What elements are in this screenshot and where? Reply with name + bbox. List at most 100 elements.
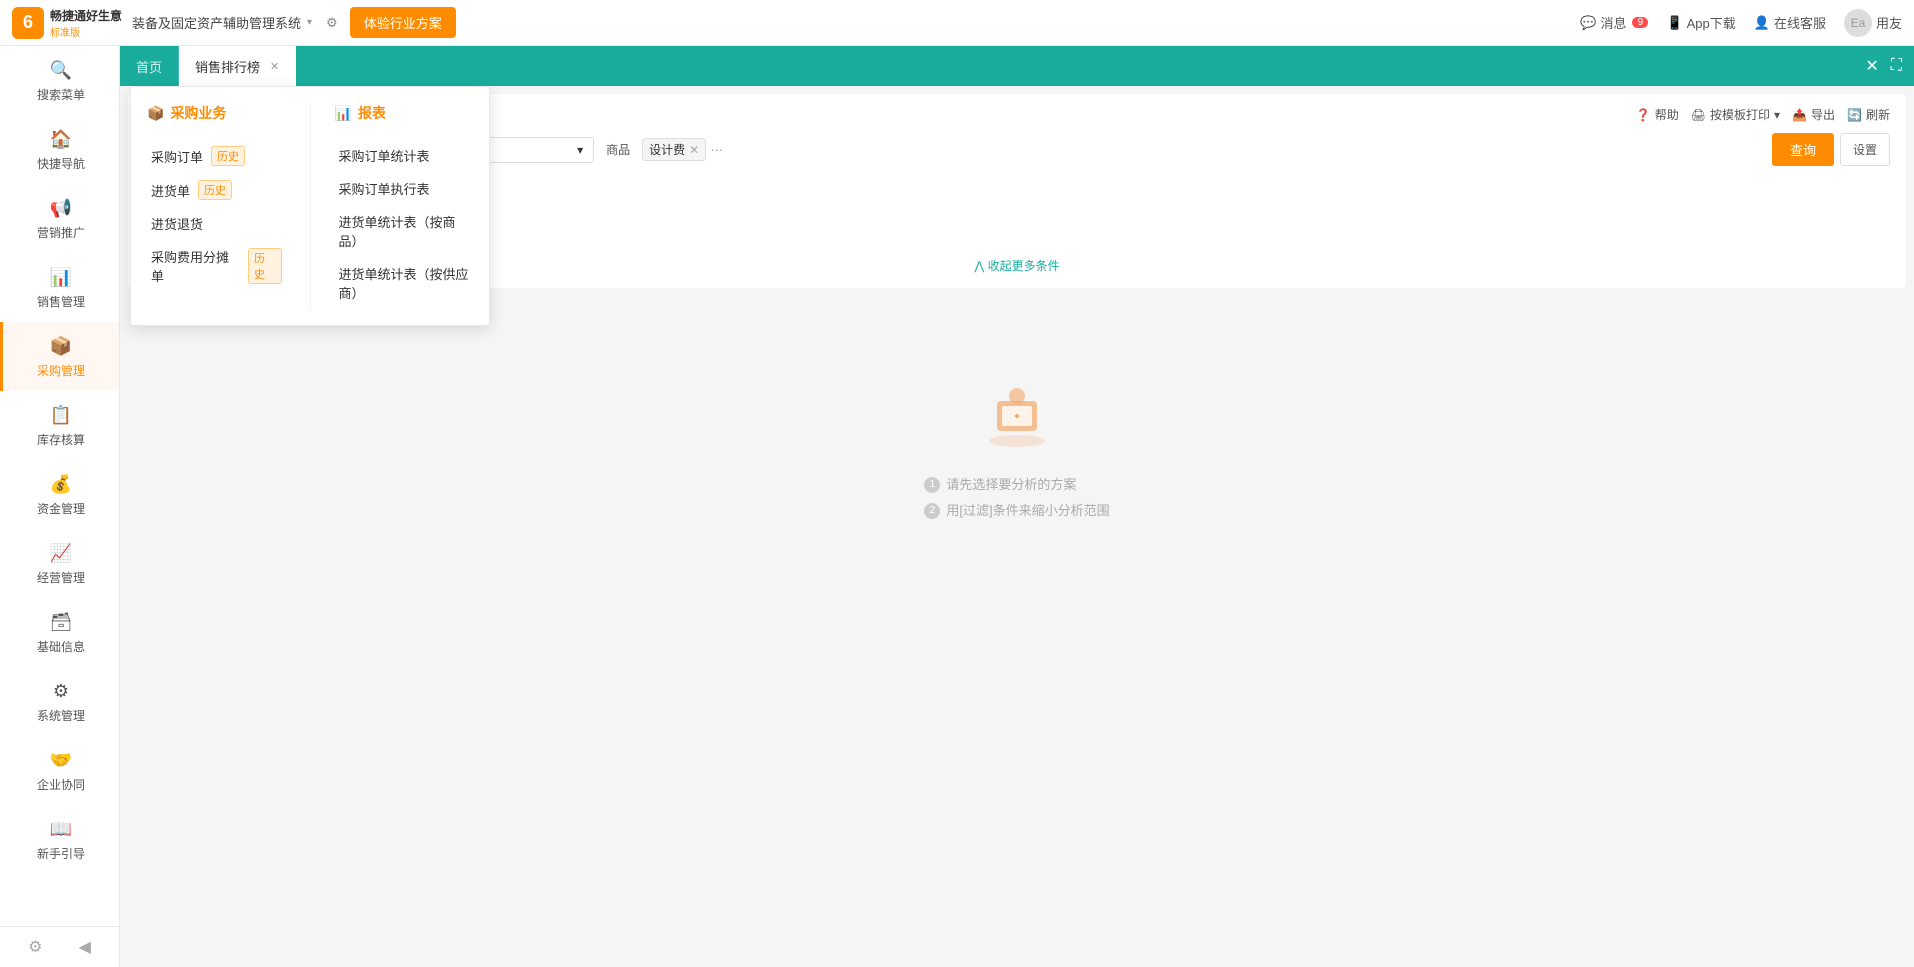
system-title-text: 装备及固定资产辅助管理系统	[132, 13, 301, 32]
sidebar-icon-guide: 📖	[49, 817, 73, 841]
tab-bar: 首页销售排行榜✕ ✕ ⛶	[120, 46, 1914, 86]
export-item[interactable]: 📤 导出	[1792, 106, 1835, 123]
report-item-1[interactable]: 采购订单执行表	[335, 172, 474, 205]
empty-hints: 1 请先选择要分析的方案 2 用[过滤]条件来缩小分析范围	[924, 472, 1109, 524]
sidebar-item-guide[interactable]: 📖 新手引导	[0, 805, 119, 874]
sidebar-item-nav[interactable]: 🏠 快捷导航	[0, 115, 119, 184]
export-icon: 📤	[1792, 108, 1807, 122]
refresh-item[interactable]: 🔄 刷新	[1847, 106, 1890, 123]
logo-badge: 标准版	[50, 24, 122, 39]
fullscreen-button[interactable]: ⛶	[1887, 53, 1906, 79]
top-right-area: 💬 消息 9 📱 App下载 👤 在线客服 Ea 用友	[1580, 9, 1902, 37]
sidebar-item-operation[interactable]: 📈 经营管理	[0, 529, 119, 598]
logo-title: 畅捷通好生意	[50, 7, 122, 24]
avatar: Ea	[1844, 9, 1872, 37]
message-item[interactable]: 💬 消息 9	[1580, 13, 1648, 32]
print-label: 按模板打印	[1710, 106, 1770, 123]
top-bar: 6 畅捷通好生意 标准版 装备及固定资产辅助管理系统 ▾ ⚙ 体验行业方案 💬 …	[0, 0, 1914, 46]
tab-home[interactable]: 首页	[120, 46, 179, 86]
action-buttons: 查询 设置	[1772, 133, 1890, 166]
sidebar-item-purchase[interactable]: 📦 采购管理	[0, 322, 119, 391]
query-button[interactable]: 查询	[1772, 133, 1834, 166]
purchase-business-title-text: 采购业务	[170, 103, 226, 123]
tab-close-sales-rank[interactable]: ✕	[270, 60, 279, 73]
sidebar-label-search: 搜索菜单	[37, 86, 85, 103]
help-item[interactable]: ❓ 帮助	[1636, 106, 1679, 123]
business-item-label-1: 进货单	[151, 181, 190, 200]
report-item-0[interactable]: 采购订单统计表	[335, 139, 474, 172]
report-item-label-2: 进货单统计表（按商品）	[339, 212, 470, 250]
goods-label: 商品	[606, 141, 630, 158]
message-icon: 💬	[1580, 15, 1596, 31]
purchase-reports-col: 📊 报表 采购订单统计表采购订单执行表进货单统计表（按商品）进货单统计表（按供应…	[335, 103, 474, 309]
sidebar-item-base[interactable]: 🗃 基础信息	[0, 598, 119, 667]
settings-icon[interactable]: ⚙	[326, 15, 338, 31]
app-download-item[interactable]: 📱 App下载	[1666, 13, 1735, 32]
sidebar-item-inventory[interactable]: 📋 库存核算	[0, 391, 119, 460]
report-item-2[interactable]: 进货单统计表（按商品）	[335, 205, 474, 257]
sidebar-settings-icon[interactable]: ⚙	[28, 937, 42, 957]
empty-illustration	[977, 376, 1057, 456]
close-all-tabs-button[interactable]: ✕	[1861, 52, 1882, 80]
sidebar-icon-sales: 📊	[49, 265, 73, 289]
business-item-0[interactable]: 采购订单历史	[147, 139, 286, 173]
hint-2-text: 用[过滤]条件来缩小分析范围	[946, 498, 1109, 524]
hint-1: 1 请先选择要分析的方案	[924, 472, 1109, 498]
report-item-3[interactable]: 进货单统计表（按供应商）	[335, 257, 474, 309]
sidebar-item-search[interactable]: 🔍 搜索菜单	[0, 46, 119, 115]
goods-tag-text: 设计费	[649, 141, 685, 158]
sidebar-item-sales[interactable]: 📊 销售管理	[0, 253, 119, 322]
sidebar-collapse-icon[interactable]: ◀	[79, 937, 91, 957]
online-service-label: 在线客服	[1774, 13, 1826, 32]
tab-label-home: 首页	[136, 57, 162, 76]
sidebar-item-marketing[interactable]: 📢 营销推广	[0, 184, 119, 253]
refresh-label: 刷新	[1866, 106, 1890, 123]
sidebar-icon-base: 🗃	[49, 610, 73, 634]
sidebar-icon-search: 🔍	[49, 58, 73, 82]
sidebar-label-base: 基础信息	[37, 638, 85, 655]
goods-more-btn[interactable]: ···	[710, 142, 723, 157]
sidebar: 🔍 搜索菜单 🏠 快捷导航 📢 营销推广 📊 销售管理 📦 采购管理 📋 库存核…	[0, 46, 120, 967]
user-item[interactable]: Ea 用友	[1844, 9, 1902, 37]
business-item-2[interactable]: 进货退货	[147, 207, 286, 240]
voucher-status-select[interactable]: ▾	[474, 137, 594, 163]
sidebar-icon-company: 🤝	[49, 748, 73, 772]
purchase-icon: 📦	[147, 105, 164, 122]
print-item[interactable]: 🖨 按模板打印 ▾	[1691, 106, 1780, 123]
sidebar-item-company[interactable]: 🤝 企业协同	[0, 736, 119, 805]
report-item-label-1: 采购订单执行表	[339, 179, 430, 198]
title-dropdown-icon[interactable]: ▾	[307, 17, 312, 28]
sidebar-label-company: 企业协同	[37, 776, 85, 793]
sidebar-item-fund[interactable]: 💰 资金管理	[0, 460, 119, 529]
history-tag-0: 历史	[211, 146, 245, 166]
hint-1-text: 请先选择要分析的方案	[946, 472, 1076, 498]
print-dropdown-icon[interactable]: ▾	[1774, 108, 1780, 122]
business-item-3[interactable]: 采购费用分摊单历史	[147, 240, 286, 292]
collapse-label: 收起更多条件	[988, 259, 1060, 273]
sidebar-icon-inventory: 📋	[49, 403, 73, 427]
tab-sales-rank[interactable]: 销售排行榜✕	[179, 46, 296, 86]
goods-tag: 设计费 ✕	[642, 138, 706, 161]
history-tag-1: 历史	[198, 180, 232, 200]
goods-tag-close[interactable]: ✕	[689, 143, 699, 157]
hint-2: 2 用[过滤]条件来缩小分析范围	[924, 498, 1109, 524]
purchase-business-title: 📦 采购业务	[147, 103, 286, 129]
industry-button[interactable]: 体验行业方案	[350, 7, 456, 38]
sidebar-item-system[interactable]: ⚙ 系统管理	[0, 667, 119, 736]
empty-state: 1 请先选择要分析的方案 2 用[过滤]条件来缩小分析范围	[120, 296, 1914, 604]
sidebar-label-fund: 资金管理	[37, 500, 85, 517]
purchase-dropdown-menu: 📦 采购业务 采购订单历史进货单历史进货退货采购费用分摊单历史 📊 报表 采购订…	[130, 86, 490, 326]
sidebar-label-system: 系统管理	[37, 707, 85, 724]
sidebar-label-nav: 快捷导航	[37, 155, 85, 172]
menu-divider	[310, 103, 311, 309]
business-item-1[interactable]: 进货单历史	[147, 173, 286, 207]
help-icon: ❓	[1636, 108, 1651, 122]
app-download-label: App下载	[1687, 13, 1736, 32]
voucher-status-dropdown-icon: ▾	[577, 143, 583, 157]
settings-button[interactable]: 设置	[1840, 133, 1890, 166]
business-item-label-0: 采购订单	[151, 147, 203, 166]
help-label: 帮助	[1655, 106, 1679, 123]
online-service-item[interactable]: 👤 在线客服	[1754, 13, 1826, 32]
sidebar-label-inventory: 库存核算	[37, 431, 85, 448]
system-title: 装备及固定资产辅助管理系统 ▾ ⚙	[132, 13, 338, 32]
